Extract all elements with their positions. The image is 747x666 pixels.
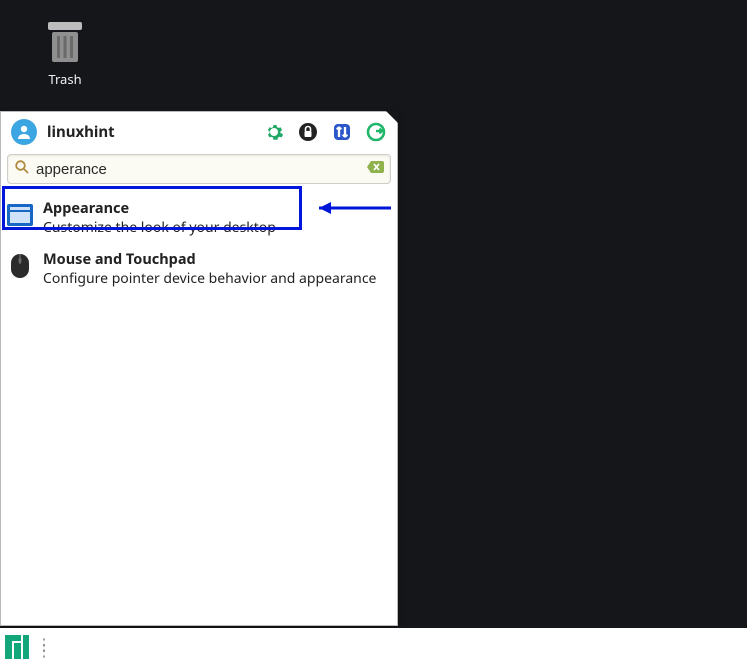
app-menu: linuxhint: [0, 111, 398, 626]
result-title: Appearance: [43, 198, 276, 218]
lock-button[interactable]: [297, 121, 319, 143]
start-menu-button[interactable]: [2, 632, 32, 662]
trash-icon: [46, 22, 84, 64]
clear-icon: [366, 159, 384, 175]
taskbar: ⋮ ⋮: [0, 628, 747, 666]
desktop-icon-trash[interactable]: Trash: [38, 22, 92, 88]
result-mouse-touchpad[interactable]: Mouse and Touchpad Configure pointer dev…: [1, 243, 397, 294]
menu-header: linuxhint: [1, 112, 397, 152]
manjaro-logo-icon: [4, 634, 30, 660]
lock-icon: [298, 122, 318, 142]
trash-label: Trash: [38, 70, 92, 88]
result-title: Mouse and Touchpad: [43, 249, 376, 269]
search-field-wrap[interactable]: [7, 154, 391, 184]
header-action-icons: [263, 121, 387, 143]
mouse-icon: [7, 253, 33, 279]
user-avatar[interactable]: [11, 119, 37, 145]
logout-icon: [366, 122, 386, 142]
user-icon: [16, 124, 32, 140]
result-appearance[interactable]: Appearance Customize the look of your de…: [1, 192, 397, 243]
switch-user-button[interactable]: [331, 121, 353, 143]
desktop: Trash linuxhint: [0, 0, 747, 628]
panel-handle[interactable]: ⋮ ⋮: [36, 636, 42, 658]
logout-button[interactable]: [365, 121, 387, 143]
settings-icon: [264, 122, 284, 142]
result-description: Configure pointer device behavior and ap…: [43, 269, 376, 288]
switch-user-icon: [332, 122, 352, 142]
search-input[interactable]: [36, 161, 366, 178]
settings-button[interactable]: [263, 121, 285, 143]
appearance-icon: [7, 202, 33, 228]
menu-corner-decor: [386, 111, 398, 123]
clear-search-button[interactable]: [366, 158, 384, 180]
search-icon: [14, 158, 30, 180]
search-results: Appearance Customize the look of your de…: [1, 190, 397, 296]
username-label: linuxhint: [47, 122, 253, 142]
result-description: Customize the look of your desktop: [43, 218, 276, 237]
